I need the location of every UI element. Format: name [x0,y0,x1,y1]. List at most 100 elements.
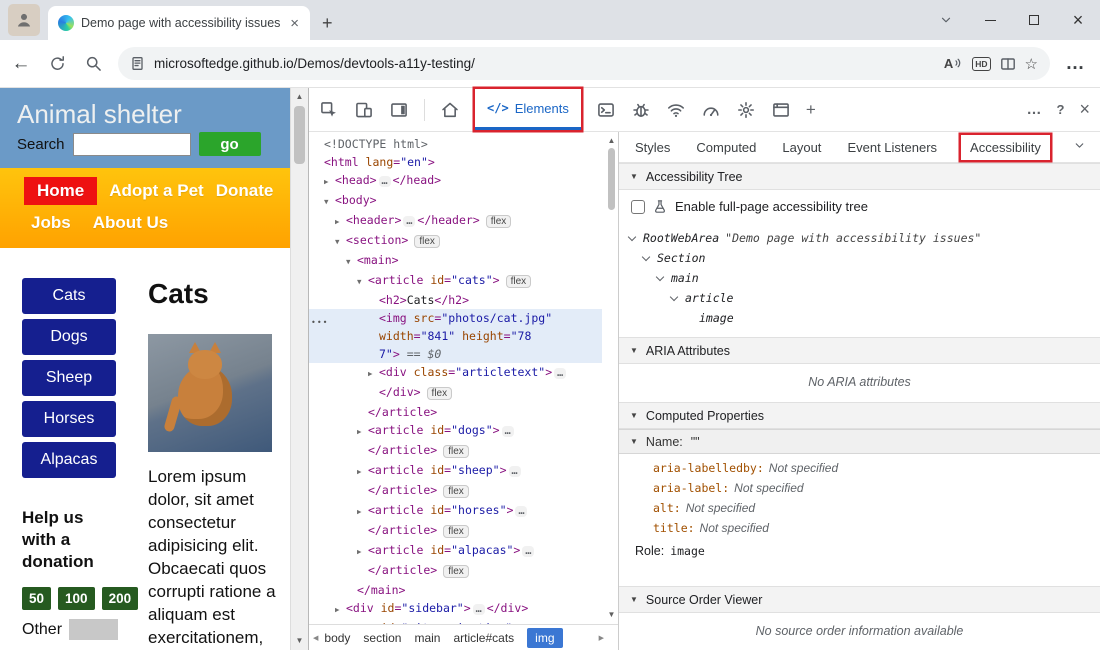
category-button-cats[interactable]: Cats [22,278,116,314]
scroll-down-icon[interactable]: ▼ [291,633,308,649]
dom-tree-line[interactable]: ▶<article id="sheep">… [309,461,602,481]
section-aria-attributes[interactable]: ▼ ARIA Attributes [619,337,1100,364]
accessibility-node-image[interactable]: image [629,308,1100,328]
nav-item-adopt-a-pet[interactable]: Adopt a Pet [109,177,203,205]
device-emulation-icon[interactable] [354,100,374,120]
ellipsis-expander-icon[interactable]: … [379,176,391,187]
flex-badge[interactable]: flex [443,445,469,458]
performance-icon[interactable] [701,100,721,120]
donation-button-50[interactable]: 50 [22,587,51,610]
flex-badge[interactable]: flex [443,525,469,538]
section-source-order-viewer[interactable]: ▼ Source Order Viewer [619,586,1100,613]
network-icon[interactable] [666,100,686,120]
add-devtools-tab-icon[interactable]: + [806,100,816,120]
accessibility-node-rootwebarea[interactable]: RootWebArea"Demo page with accessibility… [629,228,1100,248]
expand-arrow-icon[interactable]: ▼ [335,233,346,251]
address-bar[interactable]: microsoftedge.github.io/Demos/devtools-a… [118,47,1050,80]
expand-arrow-icon[interactable]: ▼ [346,253,357,271]
tab-close-icon[interactable]: × [287,15,302,32]
enable-tree-checkbox[interactable] [631,200,645,214]
settings-gear-icon[interactable] [736,100,756,120]
dom-scrollbar[interactable]: ▲ ▼ [605,132,618,624]
dom-tree-line[interactable]: ▼<section>flex [309,231,602,251]
maximize-button[interactable] [1012,0,1056,40]
ellipsis-expander-icon[interactable]: … [403,216,415,227]
chevron-down-icon[interactable] [670,292,678,300]
dom-tree-line[interactable]: •••<img src="photos/cat.jpg" [309,309,602,327]
donation-button-100[interactable]: 100 [58,587,95,610]
accessibility-node-section[interactable]: Section [629,248,1100,268]
panel-tab-event-listeners[interactable]: Event Listeners [845,135,939,160]
ellipsis-expander-icon[interactable]: … [554,368,566,379]
category-button-alpacas[interactable]: Alpacas [22,442,116,478]
crumb-scroll-left-icon[interactable]: ◀ [313,634,318,642]
refresh-icon[interactable] [46,55,68,72]
dock-side-icon[interactable] [389,100,409,120]
ellipsis-expander-icon[interactable]: … [509,466,521,477]
window-close-icon[interactable]: × [1056,0,1100,40]
expand-arrow-icon[interactable]: ▶ [335,621,346,624]
dom-tree-line[interactable]: </article> [309,403,602,421]
scroll-down-icon[interactable]: ▼ [605,607,618,623]
new-tab-button[interactable]: + [310,13,345,40]
search-icon[interactable] [82,55,104,72]
tab-elements[interactable]: </> Elements [475,89,581,130]
inspect-icon[interactable] [319,100,339,120]
category-button-horses[interactable]: Horses [22,401,116,437]
favorites-star-icon[interactable]: ☆ [1025,55,1038,73]
page-scrollbar[interactable]: ▲ ▼ [290,88,308,650]
dom-tree-line[interactable]: ▶<nav id="sitenavigation">… [309,619,602,624]
ellipsis-expander-icon[interactable]: … [502,426,514,437]
dom-tree-line[interactable]: <!DOCTYPE html> [309,135,602,153]
dom-tree-line[interactable]: ▶<head>…</head> [309,171,602,191]
scroll-up-icon[interactable]: ▲ [605,133,618,149]
breadcrumb-item-article-cats[interactable]: article#cats [453,631,514,645]
nav-item-donate[interactable]: Donate [216,177,274,205]
expand-arrow-icon[interactable]: ▶ [324,173,335,191]
minimize-button[interactable] [968,0,1012,40]
dom-tree-line[interactable]: ▶<article id="horses">… [309,501,602,521]
expand-arrow-icon[interactable]: ▶ [368,365,379,383]
dom-tree-line[interactable]: ▶<article id="alpacas">… [309,541,602,561]
other-amount-input[interactable] [69,619,118,640]
help-icon[interactable]: ? [1057,102,1065,117]
hd-icon[interactable]: HD [972,57,990,71]
flex-badge[interactable]: flex [486,215,512,228]
expand-arrow-icon[interactable]: ▶ [357,503,368,521]
dom-tree-line[interactable]: </article>flex [309,561,602,581]
dom-tree-line[interactable]: </article>flex [309,441,602,461]
donation-button-200[interactable]: 200 [102,587,139,610]
chevron-down-icon[interactable] [642,252,650,260]
dom-tree-line[interactable]: ▶<article id="dogs">… [309,421,602,441]
expand-arrow-icon[interactable]: ▼ [324,193,335,211]
issues-bug-icon[interactable] [631,100,651,120]
site-information-icon[interactable] [130,56,145,71]
browser-tab[interactable]: Demo page with accessibility issues × [48,6,310,40]
dom-tree-line[interactable]: ▼<main> [309,251,602,271]
dom-tree-line[interactable]: </div>flex [309,383,602,403]
chevron-down-icon[interactable] [628,232,636,240]
application-icon[interactable] [771,100,791,120]
scrollbar-thumb[interactable] [294,106,305,164]
dom-tree-line[interactable]: ▼<article id="cats">flex [309,271,602,291]
chevron-down-icon[interactable] [656,272,664,280]
nav-item-jobs[interactable]: Jobs [31,209,71,237]
home-icon[interactable] [440,100,460,120]
ellipsis-expander-icon[interactable]: … [515,506,527,517]
expand-arrow-icon[interactable]: ▶ [335,213,346,231]
dom-tree-line[interactable]: </article>flex [309,481,602,501]
breadcrumb-item-main[interactable]: main [414,631,440,645]
dom-tree-line[interactable]: <h2>Cats</h2> [309,291,602,309]
dom-tree-line[interactable]: </main> [309,581,602,599]
flex-badge[interactable]: flex [427,387,453,400]
dom-tree-line[interactable]: ▶<div id="sidebar">…</div> [309,599,602,619]
split-screen-icon[interactable] [1000,56,1016,72]
flex-badge[interactable]: flex [443,565,469,578]
panel-tab-accessibility[interactable]: Accessibility [961,135,1050,160]
tab-actions-chevron-icon[interactable] [924,0,968,40]
category-button-dogs[interactable]: Dogs [22,319,116,355]
scroll-up-icon[interactable]: ▲ [291,89,308,105]
expand-arrow-icon[interactable]: ▶ [335,601,346,619]
devtools-more-icon[interactable]: … [1027,101,1042,118]
profile-button[interactable] [8,4,40,36]
